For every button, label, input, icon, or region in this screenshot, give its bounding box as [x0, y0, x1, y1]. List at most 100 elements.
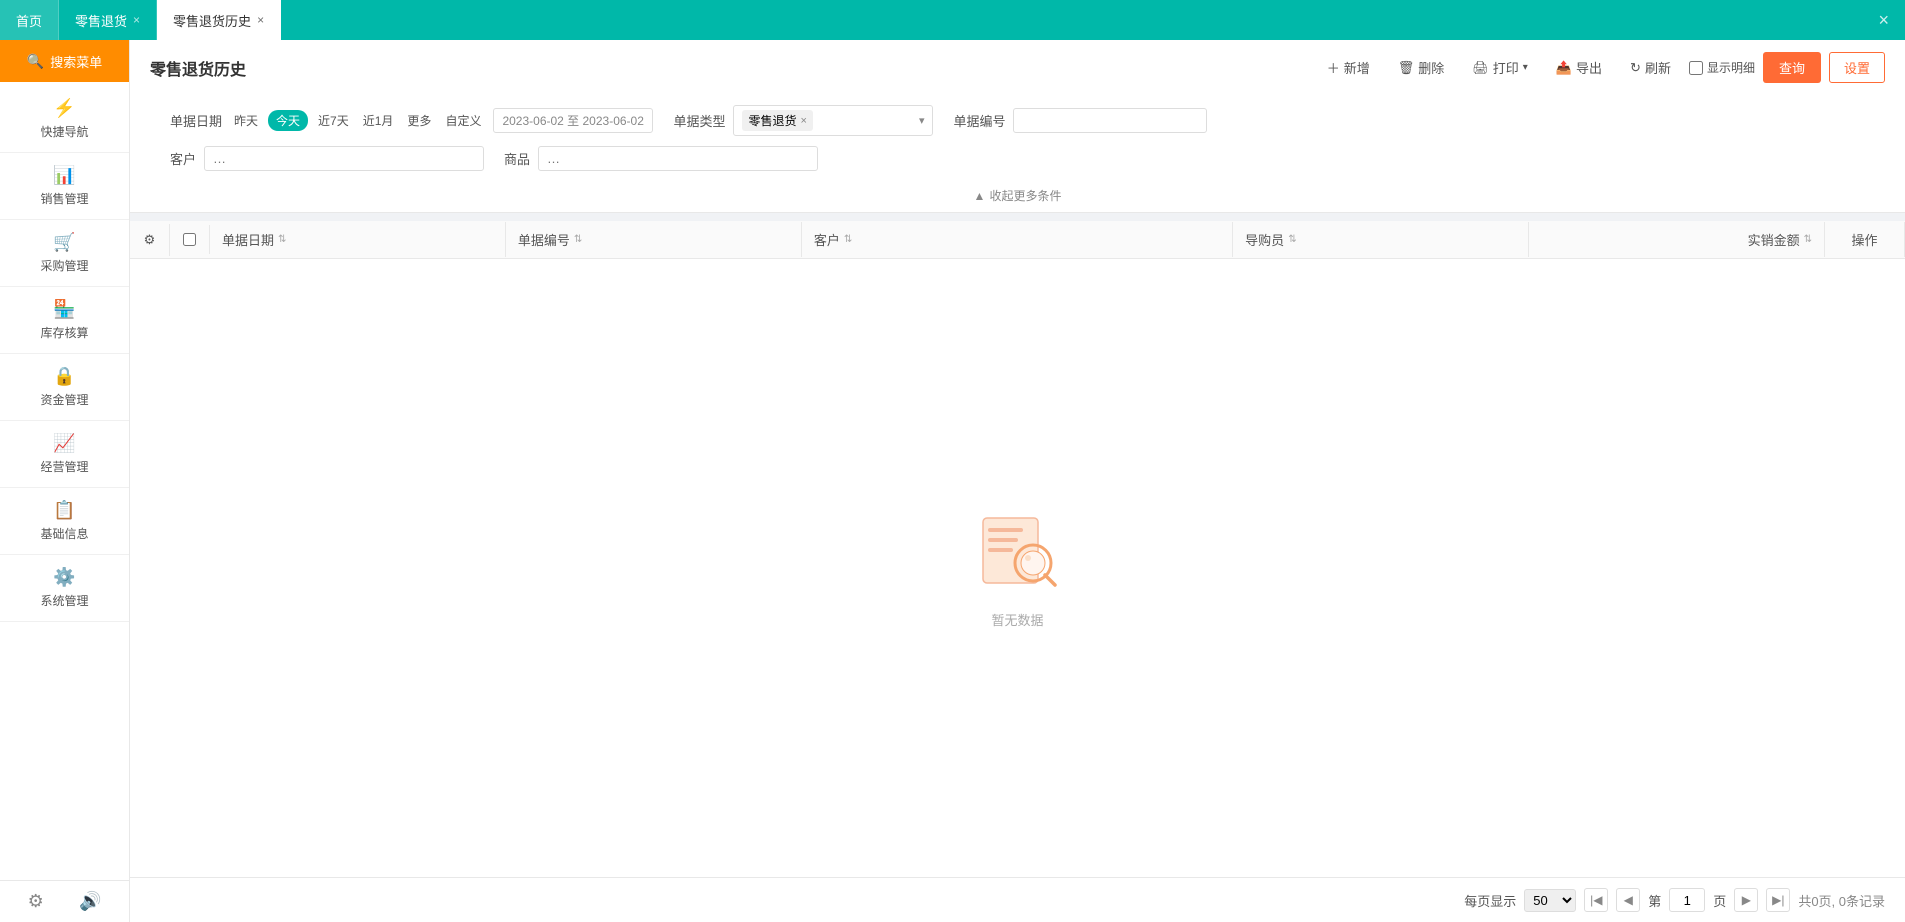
quick-nav-icon: ⚡: [53, 98, 75, 119]
finance-icon: 🔒: [53, 366, 75, 387]
tab-home[interactable]: 首页: [0, 0, 59, 40]
query-button[interactable]: 查询: [1763, 52, 1821, 83]
show-detail-checkbox[interactable]: [1689, 61, 1703, 75]
show-detail-checkbox-label: 显示明细: [1689, 59, 1755, 76]
delete-label: 删除: [1418, 58, 1444, 77]
th-customer[interactable]: 客户 ⇅: [802, 222, 1233, 257]
th-number-label: 单据编号: [518, 230, 570, 249]
th-operation-label: 操作: [1851, 230, 1877, 249]
th-amount[interactable]: 实销金额 ⇅: [1529, 222, 1825, 257]
last-page-button[interactable]: ▶|: [1766, 888, 1790, 912]
page-unit: 页: [1713, 891, 1726, 910]
tab-retail-return-label: 零售退货: [75, 11, 127, 30]
sidebar-item-finance[interactable]: 🔒 资金管理: [0, 354, 129, 421]
speaker-bottom-icon[interactable]: 🔊: [79, 891, 101, 912]
empty-illustration: [968, 508, 1068, 598]
date-today-btn[interactable]: 今天: [268, 110, 308, 131]
print-button[interactable]: 🖨 打印 ▾: [1462, 53, 1538, 82]
window-close-button[interactable]: ×: [1878, 10, 1889, 31]
date-custom-btn[interactable]: 自定义: [441, 110, 485, 131]
prev-page-button[interactable]: ◀: [1616, 888, 1640, 912]
show-detail-label-text: 显示明细: [1707, 59, 1755, 76]
customer-filter-input[interactable]: [204, 146, 484, 171]
number-filter-label: 单据编号: [953, 111, 1005, 130]
sidebar-item-inventory[interactable]: 🏪 库存核算: [0, 287, 129, 354]
export-button[interactable]: 📤 导出: [1546, 53, 1612, 82]
date-yesterday-btn[interactable]: 昨天: [230, 110, 262, 131]
empty-text: 暂无数据: [991, 610, 1043, 629]
collapse-arrow-icon: ▲: [974, 189, 986, 203]
collapse-button[interactable]: ▲ 收起更多条件: [974, 187, 1062, 204]
sidebar-item-finance-label: 资金管理: [40, 391, 88, 408]
sort-date-icon: ⇅: [278, 234, 286, 245]
page-title: 零售退货历史: [150, 56, 246, 80]
total-info: 共0页, 0条记录: [1798, 891, 1885, 910]
th-settings[interactable]: ⚙: [130, 224, 170, 256]
date-filter-label: 单据日期: [170, 111, 222, 130]
type-select-dropdown[interactable]: 零售退货 × ▾: [733, 105, 933, 136]
filter-row-1: 单据日期 昨天 今天 近7天 近1月 更多 自定义 2023-06-02 至 2…: [170, 105, 1865, 136]
inventory-icon: 🏪: [53, 299, 75, 320]
delete-button[interactable]: 🗑 删除: [1388, 53, 1455, 82]
query-label: 查询: [1779, 61, 1805, 76]
type-tag-close-icon[interactable]: ×: [800, 115, 806, 127]
refresh-button[interactable]: ↻ 刷新: [1620, 53, 1681, 82]
sidebar-item-purchase-mgmt[interactable]: 🛒 采购管理: [0, 220, 129, 287]
per-page-label: 每页显示: [1464, 891, 1516, 910]
sidebar-search-button[interactable]: 🔍 搜索菜单: [0, 40, 129, 82]
th-date-label: 单据日期: [222, 230, 274, 249]
settings-button[interactable]: 设置: [1829, 52, 1885, 83]
th-date[interactable]: 单据日期 ⇅: [210, 222, 506, 257]
date-more-btn[interactable]: 更多: [403, 110, 435, 131]
th-number[interactable]: 单据编号 ⇅: [506, 222, 802, 257]
new-label: 新增: [1344, 58, 1370, 77]
settings-bottom-icon[interactable]: ⚙: [28, 891, 44, 912]
date-1month-btn[interactable]: 近1月: [359, 110, 398, 131]
new-icon: ＋: [1327, 58, 1340, 77]
goods-filter-input[interactable]: [538, 146, 818, 171]
next-page-button[interactable]: ▶: [1734, 888, 1758, 912]
table-header: ⚙ 单据日期 ⇅ 单据编号 ⇅ 客户 ⇅ 导购员: [130, 221, 1905, 259]
th-guide[interactable]: 导购员 ⇅: [1233, 222, 1529, 257]
date-shortcuts: 昨天 今天 近7天 近1月 更多 自定义: [230, 110, 485, 131]
type-dropdown-arrow-icon: ▾: [919, 114, 925, 127]
tab-retail-return[interactable]: 零售退货 ×: [59, 0, 157, 40]
sidebar-item-inventory-label: 库存核算: [40, 324, 88, 341]
th-guide-label: 导购员: [1245, 230, 1284, 249]
sidebar-item-quick-nav[interactable]: ⚡ 快捷导航: [0, 86, 129, 153]
tab-list: 首页 零售退货 × 零售退货历史 ×: [0, 0, 1878, 40]
purchase-mgmt-icon: 🛒: [53, 232, 75, 253]
number-filter-input[interactable]: [1013, 108, 1207, 133]
page-number-input[interactable]: [1669, 888, 1705, 912]
new-button[interactable]: ＋ 新增: [1317, 53, 1380, 82]
table-container: ⚙ 单据日期 ⇅ 单据编号 ⇅ 客户 ⇅ 导购员: [130, 221, 1905, 922]
sort-guide-icon: ⇅: [1288, 234, 1296, 245]
table-settings-icon[interactable]: ⚙: [144, 232, 156, 248]
tab-retail-return-close[interactable]: ×: [133, 13, 140, 27]
tab-retail-return-history-close[interactable]: ×: [257, 13, 264, 27]
date-7days-btn[interactable]: 近7天: [314, 110, 353, 131]
sidebar-item-system-mgmt[interactable]: ⚙️ 系统管理: [0, 555, 129, 622]
sidebar-item-quick-nav-label: 快捷导航: [40, 123, 88, 140]
per-page-select[interactable]: 50 10 20 100: [1524, 889, 1576, 912]
sidebar-item-sales-mgmt[interactable]: 📊 销售管理: [0, 153, 129, 220]
type-tag-value: 零售退货: [748, 112, 796, 129]
collapse-label: 收起更多条件: [989, 187, 1061, 204]
basic-info-icon: 📋: [53, 500, 75, 521]
empty-state: 暂无数据: [130, 259, 1905, 877]
select-all-checkbox[interactable]: [183, 233, 196, 246]
sidebar-item-basic-info-label: 基础信息: [40, 525, 88, 542]
th-customer-label: 客户: [814, 230, 840, 249]
sidebar-item-operations[interactable]: 📈 经营管理: [0, 421, 129, 488]
sidebar-item-sales-label: 销售管理: [40, 190, 88, 207]
page-header-top: 零售退货历史 ＋ 新增 🗑 删除 🖨 打印 ▾: [150, 52, 1885, 83]
sidebar-item-system-label: 系统管理: [40, 592, 88, 609]
sidebar-item-basic-info[interactable]: 📋 基础信息: [0, 488, 129, 555]
date-range-input[interactable]: 2023-06-02 至 2023-06-02: [493, 108, 653, 133]
pagination: 每页显示 50 10 20 100 |◀ ◀ 第 页 ▶ ▶| 共0页, 0条记…: [130, 877, 1905, 922]
th-check[interactable]: [170, 225, 210, 254]
filter-area: 单据日期 昨天 今天 近7天 近1月 更多 自定义 2023-06-02 至 2…: [150, 95, 1885, 212]
system-mgmt-icon: ⚙️: [53, 567, 75, 588]
first-page-button[interactable]: |◀: [1584, 888, 1608, 912]
tab-retail-return-history[interactable]: 零售退货历史 ×: [157, 0, 281, 40]
